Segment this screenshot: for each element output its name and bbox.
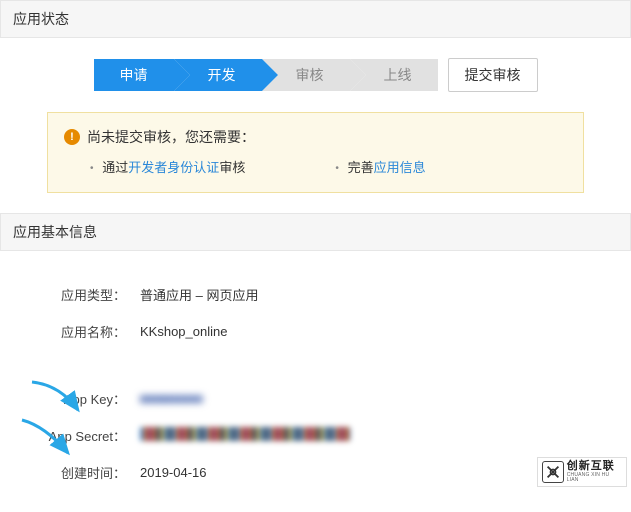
row-app-secret: App Secret： — [0, 417, 631, 454]
label-app-secret: App Secret： — [0, 426, 140, 445]
value-app-secret — [140, 427, 350, 444]
notice-items: 通过开发者身份认证审核 完善应用信息 — [64, 157, 567, 176]
info-section-header: 应用基本信息 — [0, 213, 631, 251]
status-section-title: 应用状态 — [13, 11, 69, 27]
status-content: 申请 开发 审核 上线 提交审核 ! 尚未提交审核，您还需要： 通过开发者身份认… — [0, 38, 631, 213]
warning-icon: ! — [64, 129, 80, 145]
watermark-en: CHUANG XIN HU LIAN — [567, 473, 622, 484]
watermark-badge: 创新互联 CHUANG XIN HU LIAN — [537, 457, 627, 487]
value-app-name: KKshop_online — [140, 324, 227, 339]
value-app-type: 普通应用 – 网页应用 — [140, 285, 258, 304]
info-section-title: 应用基本信息 — [13, 224, 97, 240]
status-section-header: 应用状态 — [0, 0, 631, 38]
label-app-key: App Key： — [0, 389, 140, 408]
label-app-name: 应用名称： — [0, 322, 140, 341]
steps-row: 申请 开发 审核 上线 提交审核 — [12, 58, 619, 92]
value-created: 2019-04-16 — [140, 465, 207, 480]
progress-steps: 申请 开发 审核 上线 — [94, 59, 438, 91]
watermark-logo-icon — [542, 461, 564, 483]
app-info-link[interactable]: 应用信息 — [374, 160, 426, 175]
notice-box: ! 尚未提交审核，您还需要： 通过开发者身份认证审核 完善应用信息 — [47, 112, 584, 193]
notice-title-row: ! 尚未提交审核，您还需要： — [64, 127, 567, 147]
notice-title-text: 尚未提交审核，您还需要： — [87, 127, 255, 147]
dev-auth-link[interactable]: 开发者身份认证 — [128, 160, 219, 175]
row-app-name: 应用名称： KKshop_online — [0, 313, 631, 350]
notice-item-info: 完善应用信息 — [335, 157, 425, 176]
watermark-cn: 创新互联 — [567, 461, 622, 473]
label-app-type: 应用类型： — [0, 285, 140, 304]
row-app-key: App Key： ■■■■■■■■ — [0, 380, 631, 417]
step-apply[interactable]: 申请 — [94, 59, 174, 91]
watermark-text: 创新互联 CHUANG XIN HU LIAN — [567, 461, 622, 483]
notice-item-auth: 通过开发者身份认证审核 — [90, 157, 245, 176]
submit-review-button[interactable]: 提交审核 — [448, 58, 538, 92]
value-app-key: ■■■■■■■■ — [140, 391, 203, 406]
row-app-type: 应用类型： 普通应用 – 网页应用 — [0, 276, 631, 313]
label-created: 创建时间： — [0, 463, 140, 482]
